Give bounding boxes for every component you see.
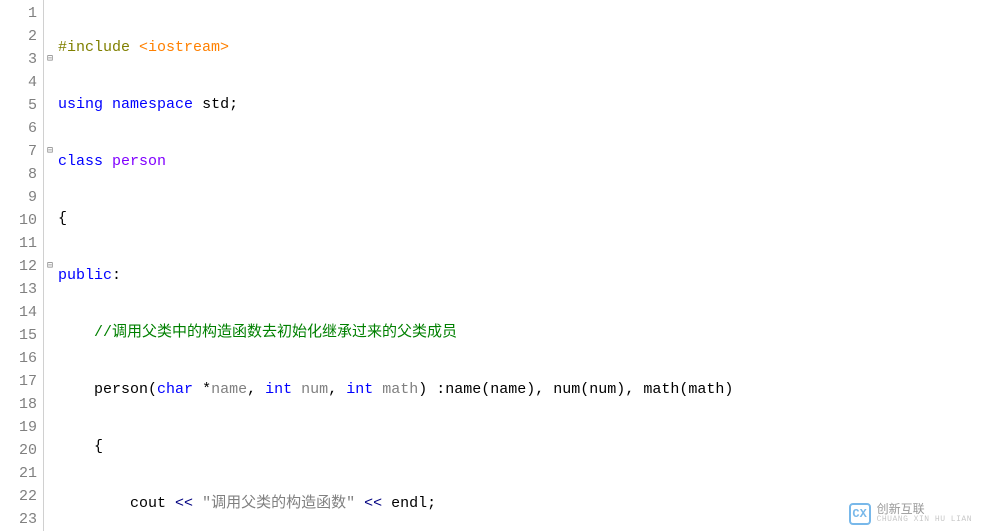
fold-column: ⊟ ⊟ ⊟ xyxy=(44,0,56,531)
line-number: 16 xyxy=(0,347,43,370)
watermark-pinyin: CHUANG XIN HU LIAN xyxy=(877,516,972,524)
line-number: 7 xyxy=(0,140,43,163)
punct: : xyxy=(112,267,121,284)
keyword: int xyxy=(265,381,292,398)
ctor-init-list: :name(name), num(num), math(math) xyxy=(427,381,733,398)
identifier: person xyxy=(94,381,148,398)
code-line[interactable]: class person xyxy=(56,150,982,173)
identifier: std xyxy=(202,96,229,113)
punct: { xyxy=(58,210,67,227)
code-line[interactable]: { xyxy=(56,435,982,458)
punct: * xyxy=(202,381,211,398)
code-area[interactable]: #include <iostream> using namespace std;… xyxy=(56,0,982,531)
operator: << xyxy=(175,495,193,512)
line-number: 2 xyxy=(0,25,43,48)
line-number: 22 xyxy=(0,485,43,508)
fold-toggle-icon[interactable]: ⊟ xyxy=(44,255,56,278)
preprocessor: #include xyxy=(58,39,130,56)
line-number: 19 xyxy=(0,416,43,439)
line-number: 4 xyxy=(0,71,43,94)
keyword: namespace xyxy=(112,96,193,113)
code-line[interactable]: cout << "调用父类的构造函数" << endl; xyxy=(56,492,982,515)
watermark: CX 创新互联 CHUANG XIN HU LIAN xyxy=(845,501,976,527)
line-number: 9 xyxy=(0,186,43,209)
punct: ; xyxy=(229,96,238,113)
punct: ) xyxy=(418,381,427,398)
param: math xyxy=(382,381,418,398)
punct: ; xyxy=(427,495,436,512)
watermark-logo-icon: CX xyxy=(849,503,871,525)
punct: { xyxy=(94,438,103,455)
line-number: 10 xyxy=(0,209,43,232)
line-number: 8 xyxy=(0,163,43,186)
keyword: int xyxy=(346,381,373,398)
line-number: 3 xyxy=(0,48,43,71)
fold-toggle-icon[interactable]: ⊟ xyxy=(44,48,56,71)
keyword: public xyxy=(58,267,112,284)
fold-toggle-icon[interactable]: ⊟ xyxy=(44,140,56,163)
watermark-text: 创新互联 CHUANG XIN HU LIAN xyxy=(877,504,972,524)
line-number: 1 xyxy=(0,2,43,25)
operator: << xyxy=(364,495,382,512)
line-number: 20 xyxy=(0,439,43,462)
line-number: 23 xyxy=(0,508,43,531)
code-line[interactable]: { xyxy=(56,207,982,230)
code-line[interactable]: #include <iostream> xyxy=(56,36,982,59)
type-name: person xyxy=(112,153,166,170)
line-number-gutter: 1 2 3 4 5 6 7 8 9 10 11 12 13 14 15 16 1… xyxy=(0,0,44,531)
keyword: char xyxy=(157,381,193,398)
punct: ( xyxy=(148,381,157,398)
keyword: class xyxy=(58,153,103,170)
line-number: 15 xyxy=(0,324,43,347)
param: num xyxy=(301,381,328,398)
line-number: 6 xyxy=(0,117,43,140)
line-number: 13 xyxy=(0,278,43,301)
string-literal: "调用父类的构造函数" xyxy=(202,495,355,512)
punct: , xyxy=(247,381,256,398)
code-line[interactable]: person(char *name, int num, int math) :n… xyxy=(56,378,982,401)
code-line[interactable]: using namespace std; xyxy=(56,93,982,116)
identifier: endl xyxy=(391,495,427,512)
punct: , xyxy=(328,381,337,398)
include-target: <iostream> xyxy=(139,39,229,56)
line-number: 21 xyxy=(0,462,43,485)
line-number: 5 xyxy=(0,94,43,117)
line-number: 11 xyxy=(0,232,43,255)
line-number: 17 xyxy=(0,370,43,393)
code-line[interactable]: //调用父类中的构造函数去初始化继承过来的父类成员 xyxy=(56,321,982,344)
code-line[interactable]: public: xyxy=(56,264,982,287)
identifier: cout xyxy=(130,495,166,512)
line-number: 18 xyxy=(0,393,43,416)
line-number: 14 xyxy=(0,301,43,324)
keyword: using xyxy=(58,96,103,113)
code-editor[interactable]: 1 2 3 4 5 6 7 8 9 10 11 12 13 14 15 16 1… xyxy=(0,0,982,531)
line-number: 12 xyxy=(0,255,43,278)
comment: //调用父类中的构造函数去初始化继承过来的父类成员 xyxy=(94,324,457,341)
param: name xyxy=(211,381,247,398)
